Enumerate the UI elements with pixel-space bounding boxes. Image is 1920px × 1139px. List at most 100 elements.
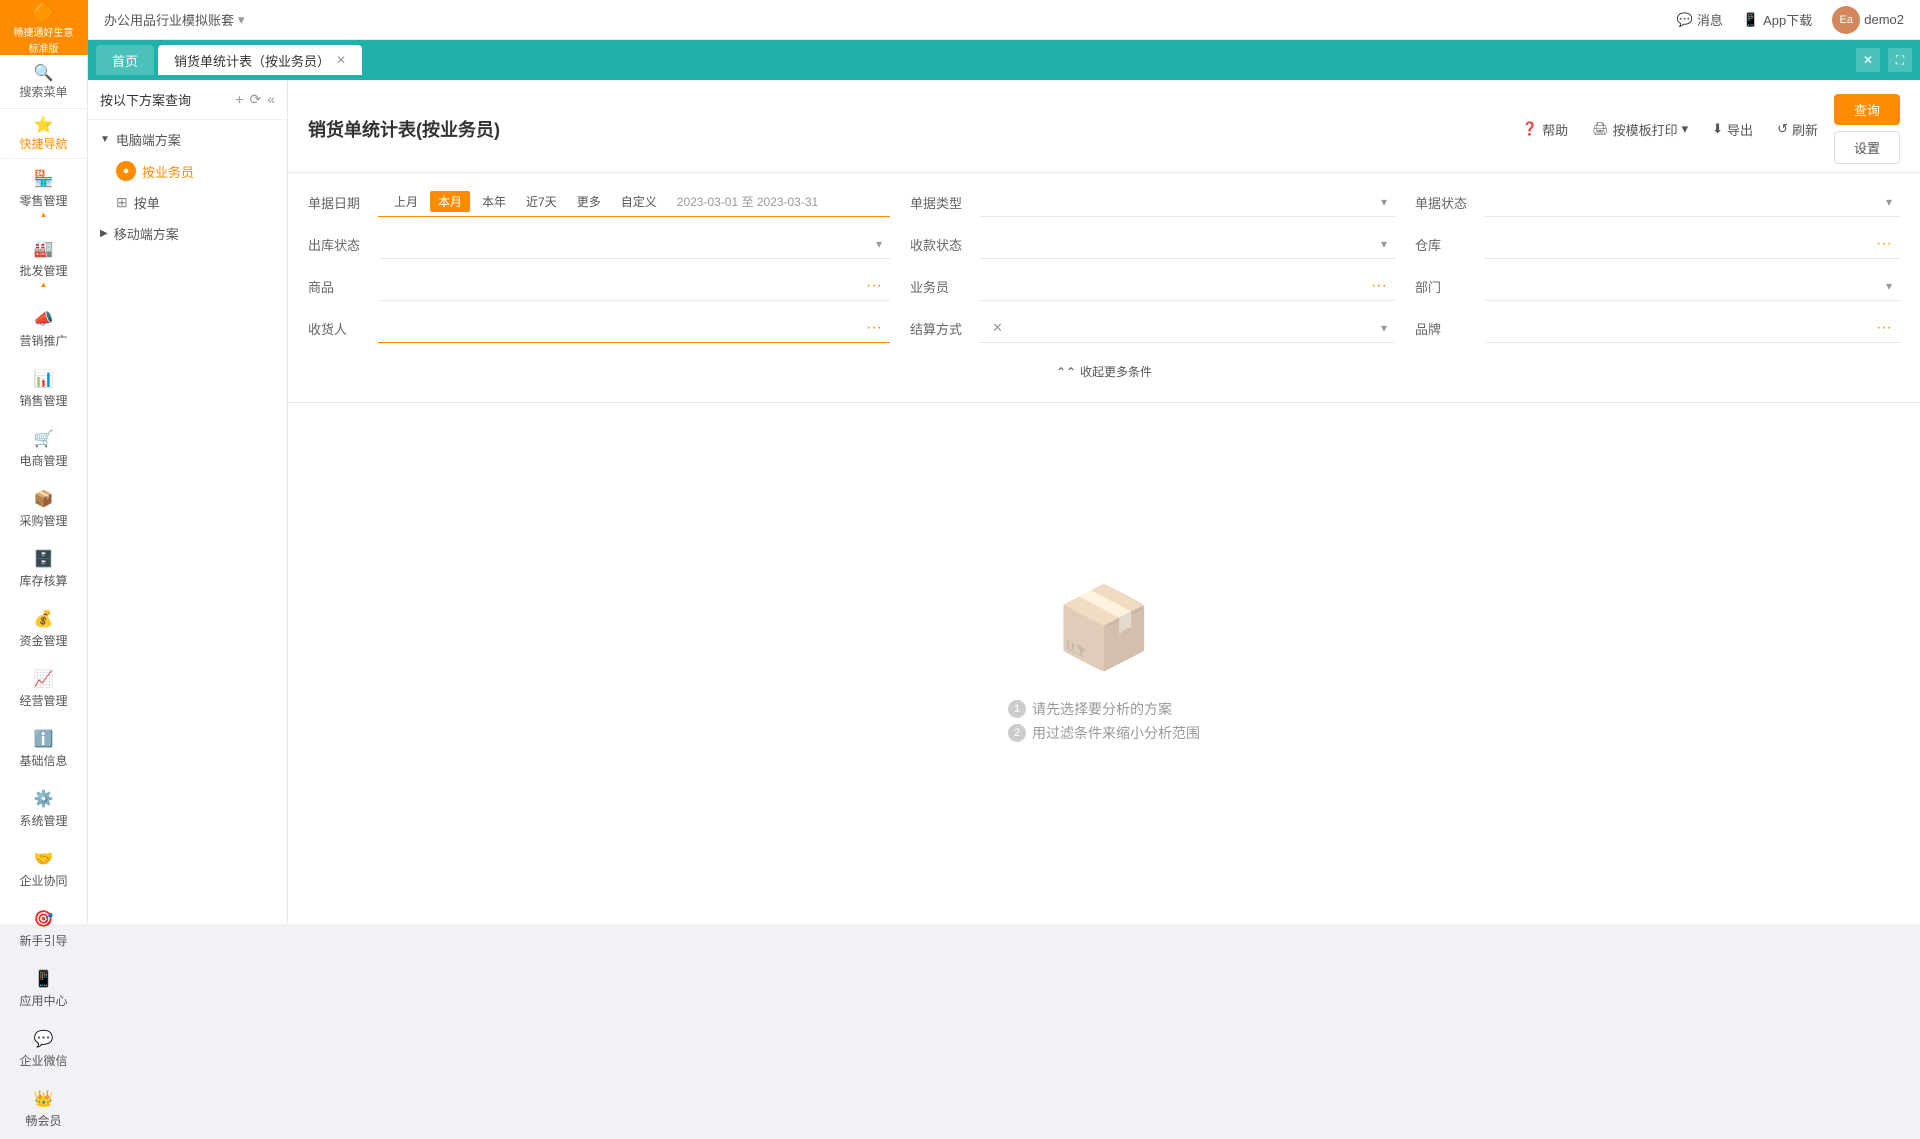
filter-item-doc-type: 单据类型 ▾ [910,187,1395,217]
date-tab-more[interactable]: 更多 [569,191,609,212]
collapse-bar[interactable]: ⌃⌃ 收起更多条件 [308,355,1900,388]
settings-button[interactable]: 设置 [1834,131,1900,164]
tree-item-by-salesman[interactable]: ● 按业务员 [88,155,287,187]
help-icon: ❓ [1522,121,1538,137]
page-header: 销货单统计表(按业务员) ❓ 帮助 🖨 按模板打印 ▾ ⬇ 导出 [288,80,1920,173]
topbar: 办公用品行业模拟账套 ▾ 💬 消息 📱 App下载 Ea demo2 [88,0,1920,40]
collapse-panel-button[interactable]: « [267,91,275,108]
tree-arrow-down-icon: ▼ [100,134,110,145]
goods-more-icon[interactable]: ··· [866,277,882,295]
sidebar-item-marketing[interactable]: 📣 营销推广 [0,299,87,359]
tab-home[interactable]: 首页 [96,45,154,75]
sidebar-item-member[interactable]: 👑 畅会员 [0,1079,87,1139]
date-range-display: 2023-03-01 至 2023-03-31 [677,193,818,210]
filter-item-payment: 收款状态 ▾ [910,229,1395,259]
tree-arrow-right-icon: ▶ [100,228,108,239]
template-print-label: 按模板打印 [1613,120,1678,139]
query-button[interactable]: 查询 [1834,94,1900,125]
warehouse-more-icon[interactable]: ··· [1876,235,1892,253]
settlement-clear-icon[interactable]: ✕ [988,320,1007,336]
receiver-control[interactable]: ··· [378,313,890,343]
empty-state: 📦 1 请先选择要分析的方案 2 用过滤条件来缩小分析范围 [288,403,1920,924]
left-panel-title: 按以下方案查询 [100,90,191,109]
settlement-control[interactable]: ✕ ▾ [980,313,1395,343]
add-scheme-button[interactable]: + [235,91,243,108]
outbound-control[interactable]: ▾ [378,229,890,259]
receiver-more-icon[interactable]: ··· [866,319,882,337]
sidebar-item-wechat[interactable]: 💬 企业微信 [0,1019,87,1079]
app-download-button[interactable]: 📱 App下载 [1743,10,1812,29]
warehouse-control[interactable]: ··· [1485,229,1900,259]
settlement-dropdown-icon: ▾ [1381,321,1387,335]
message-button[interactable]: 💬 消息 [1677,10,1723,29]
export-button[interactable]: ⬇ 导出 [1704,116,1761,143]
sidebar-item-retail[interactable]: 🏪 零售管理 [0,159,87,229]
member-icon: 👑 [34,1089,54,1109]
sidebar-item-operations[interactable]: 📈 经营管理 [0,659,87,719]
document-selector[interactable]: 办公用品行业模拟账套 ▾ [104,10,245,29]
tab-sales-stat[interactable]: 销货单统计表（按业务员） ✕ [158,45,362,75]
dept-label: 部门 [1415,277,1485,296]
refresh-scheme-button[interactable]: ⟳ [249,91,261,108]
left-panel-header: 按以下方案查询 + ⟳ « [88,80,287,120]
sidebar-item-purchase[interactable]: 📦 采购管理 [0,479,87,539]
sidebar-item-basic[interactable]: ℹ️ 基础信息 [0,719,87,779]
refresh-button[interactable]: ↺ 刷新 [1769,116,1826,143]
payment-control[interactable]: ▾ [980,229,1395,259]
template-print-button[interactable]: 🖨 按模板打印 ▾ [1584,116,1696,143]
sidebar-item-sales[interactable]: 📊 销售管理 [0,359,87,419]
doc-status-control[interactable]: ▾ [1485,187,1900,217]
tab-close-all-button[interactable]: ✕ [1856,48,1880,72]
goods-control[interactable]: ··· [378,271,890,301]
sidebar-item-finance[interactable]: 💰 资金管理 [0,599,87,659]
date-tab-7days[interactable]: 近7天 [518,191,565,212]
doc-type-control[interactable]: ▾ [980,187,1395,217]
outbound-dropdown-icon: ▾ [876,237,882,251]
tab-close-icon[interactable]: ✕ [336,53,346,67]
sidebar-item-ecommerce[interactable]: 🛒 电商管理 [0,419,87,479]
sidebar-item-system[interactable]: ⚙️ 系统管理 [0,779,87,839]
tip-text-1: 请先选择要分析的方案 [1032,699,1172,719]
date-tab-this-year[interactable]: 本年 [474,191,514,212]
message-label: 消息 [1697,10,1723,29]
filter-item-date: 单据日期 上月 本月 本年 近7天 更多 自定义 2023-03-01 至 20… [308,187,890,217]
date-tab-custom[interactable]: 自定义 [613,191,665,212]
export-icon: ⬇ [1712,121,1723,137]
salesman-more-icon[interactable]: ··· [1371,277,1387,295]
sidebar-item-wholesale[interactable]: 🏭 批发管理 [0,229,87,299]
system-icon: ⚙️ [34,789,54,809]
date-label: 单据日期 [308,193,378,212]
main-area: 办公用品行业模拟账套 ▾ 💬 消息 📱 App下载 Ea demo2 首页 [88,0,1920,924]
brand-more-icon[interactable]: ··· [1876,319,1892,337]
help-button[interactable]: ❓ 帮助 [1514,116,1576,143]
payment-dropdown-icon: ▾ [1381,237,1387,251]
sidebar-item-newbie[interactable]: 🎯 新手引导 [0,899,87,959]
document-title: 办公用品行业模拟账套 [104,10,234,29]
basic-icon: ℹ️ [34,729,54,749]
sidebar-item-appstore[interactable]: 📱 应用中心 [0,959,87,1019]
filter-item-salesman: 业务员 ··· [910,271,1395,301]
date-control[interactable]: 上月 本月 本年 近7天 更多 自定义 2023-03-01 至 2023-03… [378,187,890,217]
tree-item-mobile[interactable]: ▶ 移动端方案 [88,218,287,249]
sidebar-search[interactable]: 🔍 搜索菜单 [0,55,87,109]
avatar-initials: Ea [1840,14,1853,26]
sidebar-quicknav[interactable]: ⭐ 快捷导航 [0,109,87,159]
dropdown-arrow-icon: ▾ [238,12,245,28]
date-tab-last-month[interactable]: 上月 [386,191,426,212]
sidebar-item-enterprise[interactable]: 🤝 企业协同 [0,839,87,899]
filter-item-dept: 部门 ▾ [1415,271,1900,301]
enterprise-icon: 🤝 [34,849,54,869]
user-profile[interactable]: Ea demo2 [1832,6,1904,34]
tree-item-by-order[interactable]: ⊞ 按单 [88,187,287,218]
export-label: 导出 [1727,120,1753,139]
dept-control[interactable]: ▾ [1485,271,1900,301]
date-tab-this-month[interactable]: 本月 [430,191,470,212]
wholesale-icon: 🏭 [34,239,54,259]
user-name: demo2 [1864,12,1904,27]
logo-sub: 标准版 [29,40,59,55]
tree-item-desktop[interactable]: ▼ 电脑端方案 [88,124,287,155]
tab-expand-button[interactable]: ⛶ [1888,48,1912,72]
salesman-control[interactable]: ··· [980,271,1395,301]
brand-control[interactable]: ··· [1485,313,1900,343]
sidebar-item-inventory[interactable]: 🗄️ 库存核算 [0,539,87,599]
